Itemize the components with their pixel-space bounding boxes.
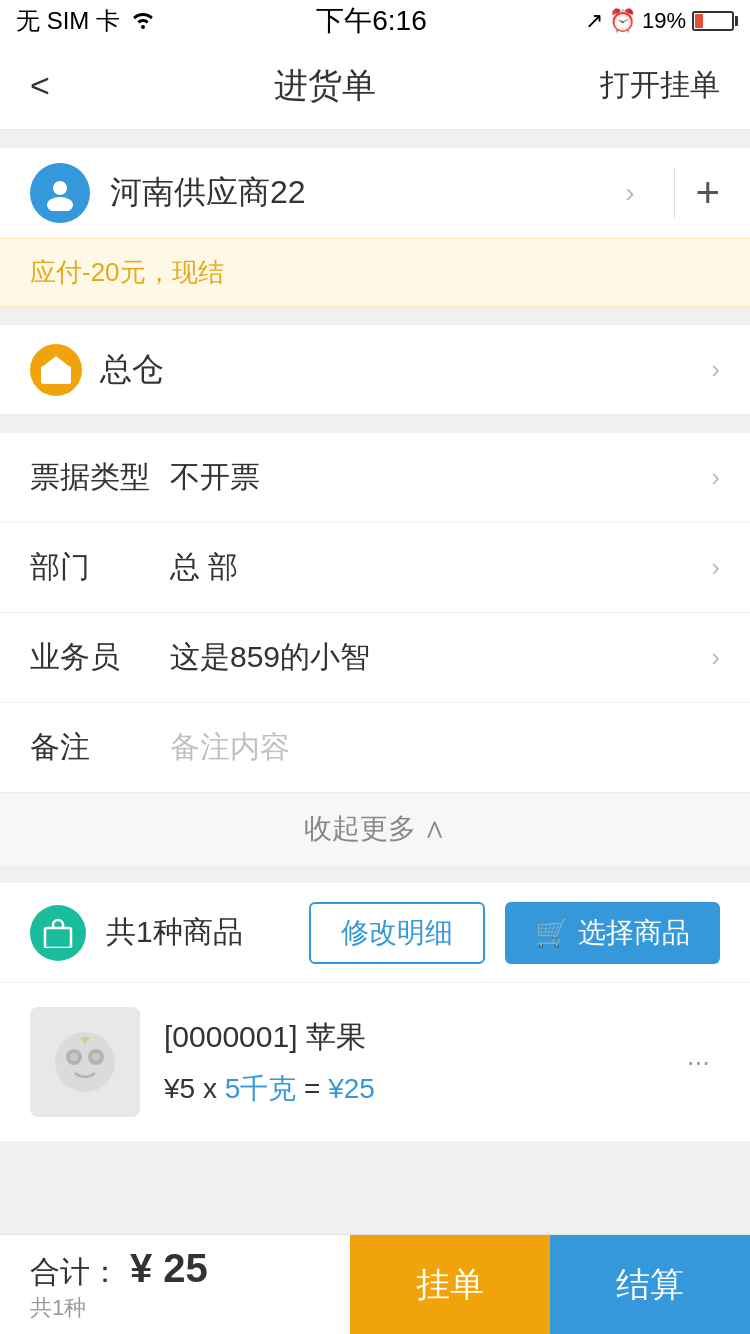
remark-placeholder: 备注内容 <box>170 727 720 768</box>
supplier-divider <box>674 168 675 218</box>
supplier-section: 河南供应商22 › + 应付-20元，现结 <box>0 148 750 307</box>
svg-rect-4 <box>45 928 71 948</box>
supplier-chevron-icon: › <box>625 177 634 209</box>
status-right: ↗ ⏰ 19% <box>585 8 734 34</box>
location-icon: ↗ <box>585 8 603 34</box>
status-bar: 无 SIM 卡 下午6:16 ↗ ⏰ 19% <box>0 0 750 42</box>
product-bag-icon <box>30 905 86 961</box>
bottom-bar: 合计： ¥ 25 共1种 挂单 结算 <box>0 1234 750 1334</box>
section-gap-2 <box>0 307 750 325</box>
collapse-label: 收起更多 ∧ <box>304 810 447 848</box>
product-item: [0000001] 苹果 ¥5 x 5千克 = ¥25 ··· <box>0 983 750 1142</box>
department-value: 总 部 <box>170 547 711 588</box>
salesman-chevron-icon: › <box>711 642 720 673</box>
invoice-type-row[interactable]: 票据类型 不开票 › <box>0 433 750 523</box>
supplier-name: 河南供应商22 <box>110 171 625 215</box>
invoice-type-value: 不开票 <box>170 457 711 498</box>
product-info: [0000001] 苹果 ¥5 x 5千克 = ¥25 <box>164 1017 677 1108</box>
form-section: 票据类型 不开票 › 部门 总 部 › 业务员 这是859的小智 › 备注 备注… <box>0 433 750 793</box>
invoice-type-chevron-icon: › <box>711 462 720 493</box>
status-carrier: 无 SIM 卡 <box>16 5 158 37</box>
svg-point-8 <box>70 1053 78 1061</box>
alarm-icon: ⏰ <box>609 8 636 34</box>
warehouse-name: 总仓 <box>100 348 711 392</box>
add-supplier-button[interactable]: + <box>695 169 720 217</box>
salesman-label: 业务员 <box>30 637 150 678</box>
section-gap-4 <box>0 865 750 883</box>
remark-row[interactable]: 备注 备注内容 <box>0 703 750 793</box>
open-hang-button[interactable]: 打开挂单 <box>600 65 720 106</box>
svg-rect-2 <box>41 366 71 384</box>
total-amount: ¥ 25 <box>130 1246 208 1291</box>
product-header: 共1种商品 修改明细 🛒 选择商品 <box>0 883 750 983</box>
department-label: 部门 <box>30 547 150 588</box>
product-price: ¥5 x 5千克 = ¥25 <box>164 1070 677 1108</box>
select-product-button[interactable]: 🛒 选择商品 <box>505 902 720 964</box>
total-label: 合计： <box>30 1252 120 1293</box>
salesman-value: 这是859的小智 <box>170 637 711 678</box>
total-sub: 共1种 <box>30 1293 320 1323</box>
svg-marker-3 <box>41 356 71 368</box>
product-thumbnail <box>30 1007 140 1117</box>
product-name: [0000001] 苹果 <box>164 1017 677 1058</box>
svg-point-0 <box>53 181 67 195</box>
department-chevron-icon: › <box>711 552 720 583</box>
salesman-row[interactable]: 业务员 这是859的小智 › <box>0 613 750 703</box>
back-button[interactable]: < <box>30 66 50 105</box>
invoice-type-label: 票据类型 <box>30 457 150 498</box>
warehouse-row[interactable]: 总仓 › <box>0 325 750 415</box>
warehouse-section: 总仓 › <box>0 325 750 415</box>
checkout-button[interactable]: 结算 <box>550 1235 750 1335</box>
total-area: 合计： ¥ 25 共1种 <box>0 1246 350 1323</box>
svg-point-1 <box>47 197 73 211</box>
supplier-avatar <box>30 163 90 223</box>
section-gap-3 <box>0 415 750 433</box>
remark-label: 备注 <box>30 727 150 768</box>
section-gap-1 <box>0 130 750 148</box>
status-time: 下午6:16 <box>316 2 427 40</box>
battery-icon <box>692 11 734 31</box>
warehouse-chevron-icon: › <box>711 354 720 385</box>
product-more-button[interactable]: ··· <box>677 1036 720 1088</box>
select-product-icon: 🛒 <box>535 916 570 949</box>
svg-point-9 <box>92 1053 100 1061</box>
wifi-icon <box>128 7 158 35</box>
edit-detail-button[interactable]: 修改明细 <box>309 902 485 964</box>
product-section: 共1种商品 修改明细 🛒 选择商品 [0000001] 苹果 <box>0 883 750 1142</box>
warehouse-icon <box>30 344 82 396</box>
hang-order-button[interactable]: 挂单 <box>350 1235 550 1335</box>
nav-bar: < 进货单 打开挂单 <box>0 42 750 130</box>
department-row[interactable]: 部门 总 部 › <box>0 523 750 613</box>
supplier-row[interactable]: 河南供应商22 › + <box>0 148 750 238</box>
supplier-notice: 应付-20元，现结 <box>0 238 750 307</box>
battery-percent: 19% <box>642 8 686 34</box>
page-title: 进货单 <box>274 63 376 109</box>
product-count: 共1种商品 <box>106 912 289 953</box>
collapse-row[interactable]: 收起更多 ∧ <box>0 793 750 865</box>
